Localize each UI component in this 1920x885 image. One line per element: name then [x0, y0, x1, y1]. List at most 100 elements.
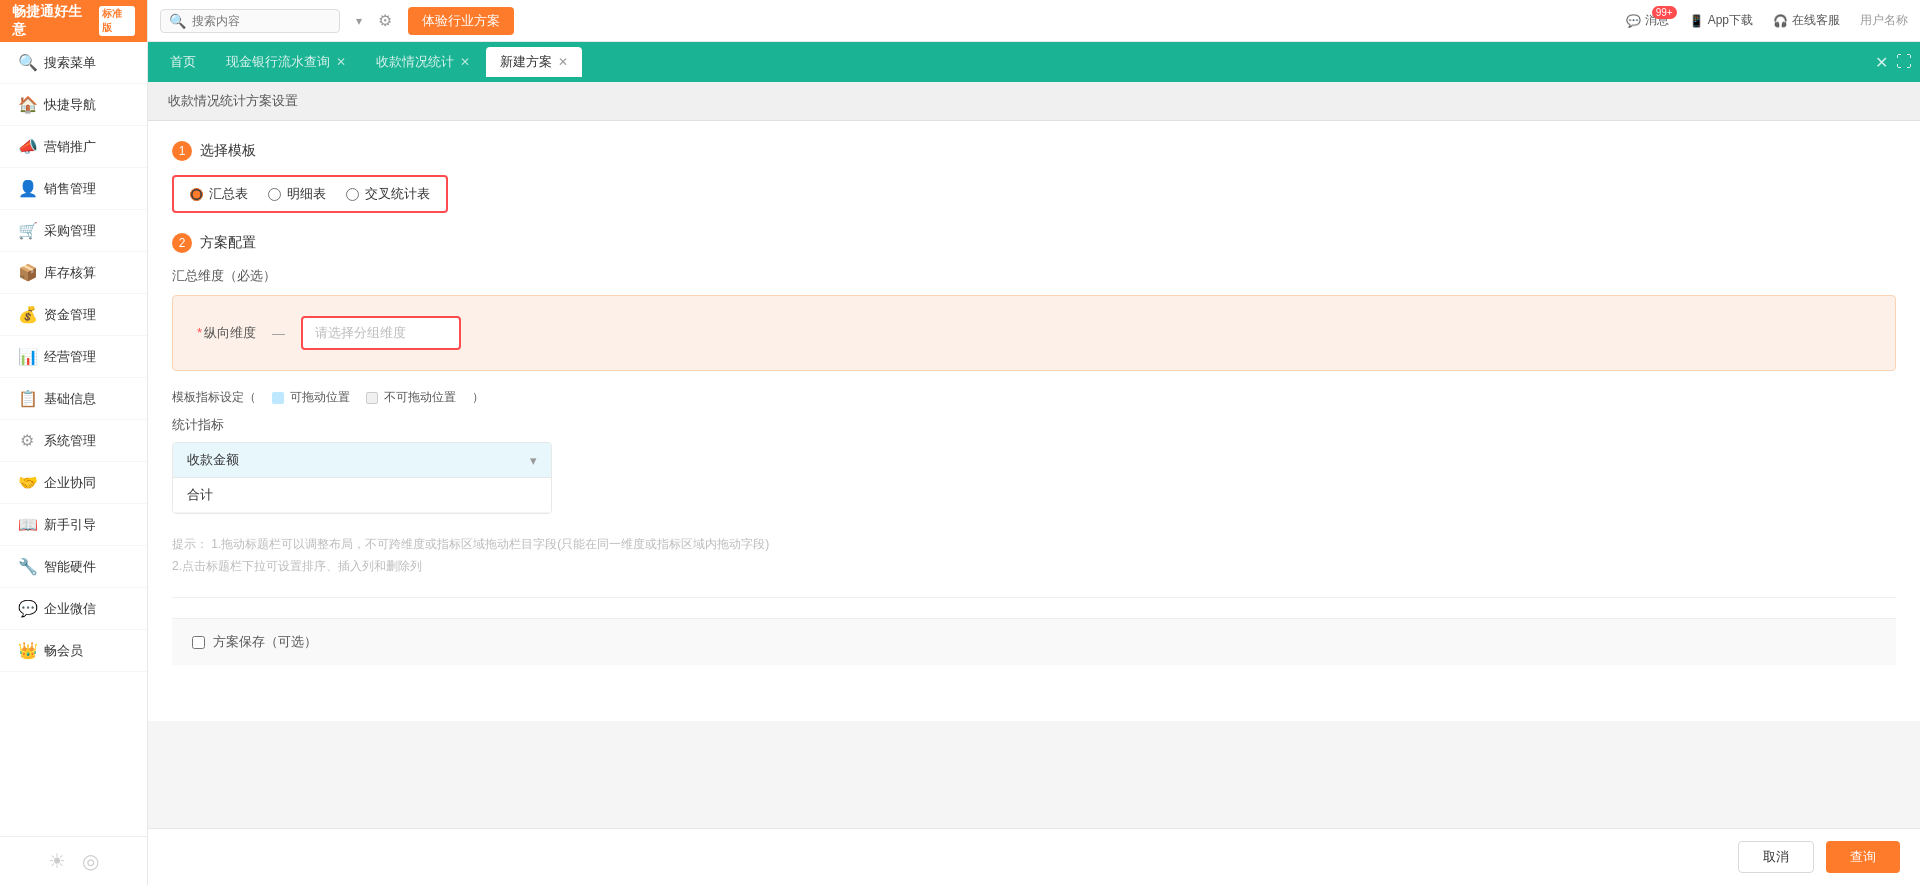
collab-icon: 🤝 — [18, 473, 36, 492]
sidebar-item-wechat[interactable]: 💬 企业微信 — [0, 588, 147, 630]
cancel-button[interactable]: 取消 — [1738, 841, 1814, 873]
step1-title: 选择模板 — [200, 142, 256, 160]
download-icon: 📱 — [1689, 14, 1704, 28]
sidebar-item-system[interactable]: ⚙ 系统管理 — [0, 420, 147, 462]
member-icon: 👑 — [18, 641, 36, 660]
required-mark: * — [197, 325, 202, 340]
sidebar-label-finance: 资金管理 — [44, 306, 96, 324]
sidebar-item-quicknav[interactable]: 🏠 快捷导航 — [0, 84, 147, 126]
template-option-cross[interactable]: 交叉统计表 — [346, 185, 430, 203]
topbar-right: 💬 消息 99+ 📱 App下载 🎧 在线客服 用户名称 — [1626, 12, 1908, 29]
content-area: 收款情况统计方案设置 1 选择模板 汇总表 明细表 — [148, 82, 1920, 828]
sidebar-item-search[interactable]: 🔍 搜索菜单 — [0, 42, 147, 84]
sidebar: 畅捷通好生意 标准版 🔍 搜索菜单 🏠 快捷导航 📣 营销推广 👤 销售管理 🛒… — [0, 0, 148, 885]
tips-section: 提示： 1.拖动标题栏可以调整布局，不可跨维度或指标区域拖动栏目字段(只能在同一… — [172, 534, 1896, 577]
management-icon: 📊 — [18, 347, 36, 366]
settings-gear-icon[interactable]: ⚙ — [378, 11, 392, 30]
basic-icon: 📋 — [18, 389, 36, 408]
sidebar-label-collab: 企业协同 — [44, 474, 96, 492]
sidebar-item-basic[interactable]: 📋 基础信息 — [0, 378, 147, 420]
search-input[interactable] — [192, 14, 312, 28]
nav-tabs-actions: ✕ ⛶ — [1875, 53, 1912, 72]
username-display: 用户名称 — [1860, 12, 1908, 29]
tab-expand-icon[interactable]: ⛶ — [1896, 53, 1912, 72]
dimension-config: 汇总维度（必选） *纵向维度 — 请选择分组维度 — [172, 267, 1896, 514]
step2-number: 2 — [172, 233, 192, 253]
industry-solution-button[interactable]: 体验行业方案 — [408, 7, 514, 35]
service-icon: 🎧 — [1773, 14, 1788, 28]
tab-close-new-plan[interactable]: ✕ — [558, 55, 568, 69]
wechat-icon: 💬 — [18, 599, 36, 618]
nav-tabs-bar: 首页 现金银行流水查询 ✕ 收款情况统计 ✕ 新建方案 ✕ ✕ ⛶ — [148, 42, 1920, 82]
draggable-indicator — [272, 392, 284, 404]
edition-badge: 标准版 — [99, 6, 135, 36]
topbar-search-box[interactable]: 🔍 — [160, 9, 340, 33]
radio-cross[interactable] — [346, 188, 359, 201]
tab-home[interactable]: 首页 — [156, 47, 210, 77]
sidebar-bottom: ☀ ◎ — [0, 836, 147, 885]
metrics-col-dropdown-icon[interactable]: ▾ — [530, 453, 537, 468]
sidebar-bottom-icon1[interactable]: ☀ — [48, 849, 66, 873]
sidebar-item-member[interactable]: 👑 畅会员 — [0, 630, 147, 672]
main-area: 🔍 ▾ ⚙ 体验行业方案 💬 消息 99+ 📱 App下载 🎧 在线客服 用户名… — [148, 0, 1920, 885]
draggable-label: 可拖动位置 — [290, 389, 350, 406]
sidebar-label-guide: 新手引导 — [44, 516, 96, 534]
query-button[interactable]: 查询 — [1826, 841, 1900, 873]
radio-detail[interactable] — [268, 188, 281, 201]
app-download-button[interactable]: 📱 App下载 — [1689, 12, 1753, 29]
page-title: 收款情况统计方案设置 — [168, 93, 298, 108]
metrics-setting-label: 模板指标设定（ — [172, 389, 256, 406]
sidebar-item-collab[interactable]: 🤝 企业协同 — [0, 462, 147, 504]
search-icon: 🔍 — [18, 53, 36, 72]
sidebar-item-marketing[interactable]: 📣 营销推广 — [0, 126, 147, 168]
sidebar-label-search: 搜索菜单 — [44, 54, 96, 72]
notification-badge: 99+ — [1652, 6, 1677, 19]
dimension-selector-dropdown[interactable]: 请选择分组维度 — [301, 316, 461, 350]
metrics-row-total-label: 合计 — [187, 487, 213, 502]
step2-title: 方案配置 — [200, 234, 256, 252]
sidebar-item-hardware[interactable]: 🔧 智能硬件 — [0, 546, 147, 588]
sidebar-bottom-icon2[interactable]: ◎ — [82, 849, 99, 873]
radio-summary-label: 汇总表 — [209, 185, 248, 203]
save-plan-label: 方案保存（可选） — [213, 633, 317, 651]
marketing-icon: 📣 — [18, 137, 36, 156]
form-container: 1 选择模板 汇总表 明细表 交叉统计表 — [148, 121, 1920, 721]
template-option-summary[interactable]: 汇总表 — [190, 185, 248, 203]
tab-receipt-stats[interactable]: 收款情况统计 ✕ — [362, 47, 484, 77]
sidebar-label-system: 系统管理 — [44, 432, 96, 450]
sidebar-item-finance[interactable]: 💰 资金管理 — [0, 294, 147, 336]
dimension-area: *纵向维度 — 请选择分组维度 — [172, 295, 1896, 371]
section-divider — [172, 597, 1896, 598]
finance-icon: 💰 — [18, 305, 36, 324]
non-draggable-indicator — [366, 392, 378, 404]
sidebar-item-inventory[interactable]: 📦 库存核算 — [0, 252, 147, 294]
sidebar-item-purchase[interactable]: 🛒 采购管理 — [0, 210, 147, 252]
dimension-row: *纵向维度 — 请选择分组维度 — [197, 316, 1871, 350]
tab-close-cash-flow[interactable]: ✕ — [336, 55, 346, 69]
sidebar-item-management[interactable]: 📊 经营管理 — [0, 336, 147, 378]
footer-bar: 取消 查询 — [148, 828, 1920, 885]
logo-text: 畅捷通好生意 — [12, 3, 95, 39]
non-draggable-toggle-item: 不可拖动位置 — [366, 389, 456, 406]
online-service-button[interactable]: 🎧 在线客服 — [1773, 12, 1840, 29]
tab-close-all-icon[interactable]: ✕ — [1875, 53, 1888, 72]
tab-cash-flow[interactable]: 现金银行流水查询 ✕ — [212, 47, 360, 77]
radio-summary[interactable] — [190, 188, 203, 201]
template-option-detail[interactable]: 明细表 — [268, 185, 326, 203]
save-plan-checkbox[interactable] — [192, 636, 205, 649]
dimension-arrow-icon: — — [272, 326, 285, 341]
sidebar-item-guide[interactable]: 📖 新手引导 — [0, 504, 147, 546]
notification-button[interactable]: 💬 消息 99+ — [1626, 12, 1669, 29]
page-title-bar: 收款情况统计方案设置 — [148, 82, 1920, 121]
sidebar-label-marketing: 营销推广 — [44, 138, 96, 156]
sidebar-item-sales[interactable]: 👤 销售管理 — [0, 168, 147, 210]
metrics-toggle-bar: 模板指标设定（ 可拖动位置 不可拖动位置 ） — [172, 389, 1896, 406]
search-icon-topbar: 🔍 — [169, 13, 186, 29]
tab-close-receipt[interactable]: ✕ — [460, 55, 470, 69]
dropdown-arrow-icon[interactable]: ▾ — [356, 14, 362, 28]
tab-cash-flow-label: 现金银行流水查询 — [226, 53, 330, 71]
tip-line-1: 提示： 1.拖动标题栏可以调整布局，不可跨维度或指标区域拖动栏目字段(只能在同一… — [172, 534, 1896, 556]
tab-new-plan-label: 新建方案 — [500, 53, 552, 71]
radio-cross-label: 交叉统计表 — [365, 185, 430, 203]
tab-new-plan[interactable]: 新建方案 ✕ — [486, 47, 582, 77]
